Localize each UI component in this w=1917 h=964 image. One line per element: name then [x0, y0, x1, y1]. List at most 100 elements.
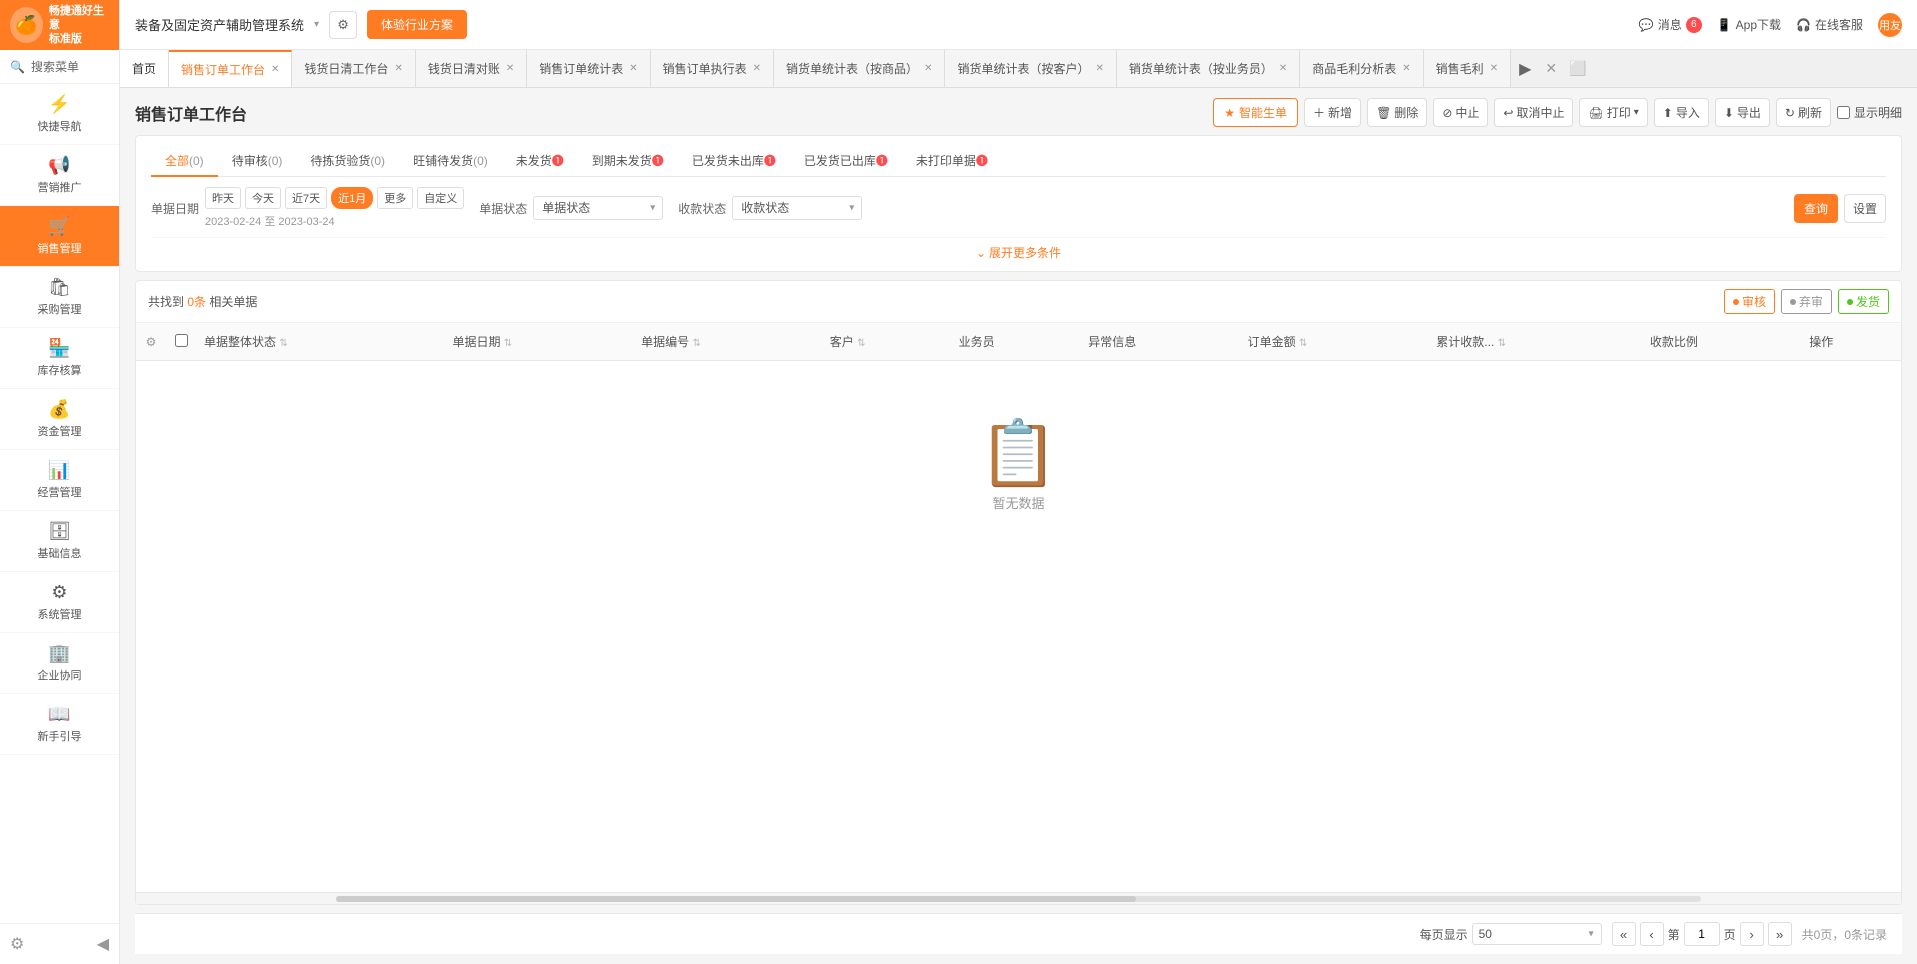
add-button[interactable]: ＋ 新增 [1304, 98, 1361, 127]
scroll-thumb[interactable] [336, 896, 1136, 902]
tab-sales-stat-product-close[interactable]: ✕ [924, 63, 932, 74]
sort-amount[interactable]: ⇅ [1299, 338, 1307, 349]
sub-tab-shipped-out[interactable]: 已发货已出库❶ [790, 146, 902, 177]
settings-bottom-icon[interactable]: ⚙ [10, 934, 24, 954]
show-detail-checkbox[interactable] [1837, 106, 1850, 119]
user-item[interactable]: 用友 [1878, 13, 1902, 37]
collapse-icon[interactable]: ◀ [97, 934, 109, 954]
last-page-button[interactable]: » [1768, 922, 1792, 946]
date-btn-more[interactable]: 更多 [377, 187, 413, 209]
tab-sales-stat-staff[interactable]: 销货单统计表（按业务员） ✕ [1117, 50, 1300, 88]
export-icon: ⬇ [1724, 106, 1734, 120]
status-select[interactable]: 单据状态 [533, 196, 663, 220]
cancel-audit-button[interactable]: 弃审 [1781, 289, 1832, 314]
refresh-button[interactable]: ↻ 刷新 [1776, 98, 1831, 127]
tab-sales-stat-product[interactable]: 销货单统计表（按商品） ✕ [774, 50, 945, 88]
tab-sales-stat-customer-close[interactable]: ✕ [1095, 63, 1103, 74]
sub-tab-all[interactable]: 全部(0) [151, 146, 218, 177]
col-settings[interactable]: ⚙ [136, 323, 166, 361]
sort-number[interactable]: ⇅ [692, 338, 700, 349]
query-button[interactable]: 查询 [1794, 194, 1838, 223]
settings-gear-button[interactable]: ⚙ [329, 11, 357, 39]
tab-gross-profit[interactable]: 商品毛利分析表 ✕ [1300, 50, 1423, 88]
tab-sales-stat-staff-close[interactable]: ✕ [1279, 63, 1287, 74]
date-btn-7days[interactable]: 近7天 [285, 187, 327, 209]
horizontal-scrollbar[interactable] [136, 892, 1901, 904]
sidebar-item-finance[interactable]: 💰 资金管理 [0, 389, 119, 450]
sidebar-item-guide[interactable]: 📖 新手引导 [0, 694, 119, 755]
payment-select[interactable]: 收款状态 [732, 196, 862, 220]
sub-tab-wangpu[interactable]: 旺铺待发货(0) [399, 146, 502, 177]
filter-settings-button[interactable]: 设置 [1844, 194, 1886, 223]
tab-sales-stat-customer[interactable]: 销货单统计表（按客户） ✕ [945, 50, 1116, 88]
tab-cash-reconcile[interactable]: 钱货日清对账 ✕ [416, 50, 527, 88]
sub-tab-shipped-not-out[interactable]: 已发货未出库❶ [678, 146, 790, 177]
page-number-input[interactable] [1684, 922, 1720, 946]
tab-cash-reconcile-label: 钱货日清对账 [428, 60, 500, 77]
sub-tab-not-shipped[interactable]: 未发货❶ [502, 146, 578, 177]
sort-status[interactable]: ⇅ [279, 338, 287, 349]
tab-sales-order-work[interactable]: 销售订单工作台 ✕ [169, 50, 292, 88]
ship-dot [1847, 299, 1853, 305]
tab-gross-profit-close[interactable]: ✕ [1402, 63, 1410, 74]
sidebar-item-marketing[interactable]: 📢 营销推广 [0, 145, 119, 206]
tab-close-all-button[interactable]: ✕ [1539, 50, 1563, 88]
prev-page-button[interactable]: ‹ [1640, 922, 1664, 946]
expand-more-button[interactable]: ⌄ 展开更多条件 [976, 244, 1061, 261]
show-detail-label[interactable]: 显示明细 [1837, 104, 1902, 121]
date-btn-yesterday[interactable]: 昨天 [205, 187, 241, 209]
sidebar-item-enterprise[interactable]: 🏢 企业协同 [0, 633, 119, 694]
tab-sales-order-work-close[interactable]: ✕ [271, 64, 279, 75]
sidebar-item-inventory[interactable]: 🏪 库存核算 [0, 328, 119, 389]
tab-more-button[interactable]: ▶ [1511, 50, 1539, 88]
sidebar-item-system[interactable]: ⚙ 系统管理 [0, 572, 119, 633]
tab-sales-gross-close[interactable]: ✕ [1490, 63, 1498, 74]
tab-expand-button[interactable]: ⬜ [1563, 50, 1592, 88]
print-dropdown-icon[interactable]: ▾ [1634, 107, 1639, 118]
sub-tab-pending-audit[interactable]: 待审核(0) [218, 146, 297, 177]
select-all-checkbox[interactable] [175, 334, 188, 347]
tab-sales-order-stat[interactable]: 销售订单统计表 ✕ [527, 50, 650, 88]
sidebar-item-sales[interactable]: 🛒 销售管理 [0, 206, 119, 267]
stop-button[interactable]: ⊘ 中止 [1433, 98, 1488, 127]
tab-sales-order-exec[interactable]: 销售订单执行表 ✕ [651, 50, 774, 88]
tab-sales-order-stat-close[interactable]: ✕ [629, 63, 637, 74]
sidebar-search[interactable]: 🔍 搜索菜单 [0, 50, 119, 84]
date-btn-today[interactable]: 今天 [245, 187, 281, 209]
tab-cash-daily-close[interactable]: ✕ [394, 63, 402, 74]
industry-btn[interactable]: 体验行业方案 [367, 10, 467, 39]
sub-tab-pending-inspect[interactable]: 待拣货验货(0) [296, 146, 399, 177]
tab-cash-daily[interactable]: 钱货日清工作台 ✕ [292, 50, 415, 88]
ship-button[interactable]: 发货 [1838, 289, 1889, 314]
date-btn-1month[interactable]: 近1月 [331, 187, 373, 209]
sort-date[interactable]: ⇅ [504, 338, 512, 349]
tab-home[interactable]: 首页 [120, 50, 169, 88]
delete-button[interactable]: 🗑 删除 [1367, 98, 1427, 127]
smart-create-button[interactable]: ★ 智能生单 [1213, 98, 1298, 127]
export-button[interactable]: ⬇ 导出 [1715, 98, 1770, 127]
sub-tab-not-printed[interactable]: 未打印单据❶ [902, 146, 1002, 177]
sidebar-item-operation[interactable]: 📊 经营管理 [0, 450, 119, 511]
table-header-bar: 共找到 0条 相关单据 审核 弃审 发货 [136, 281, 1901, 323]
sidebar-item-quick-nav[interactable]: ⚡ 快捷导航 [0, 84, 119, 145]
sort-received[interactable]: ⇅ [1498, 338, 1506, 349]
date-btn-custom[interactable]: 自定义 [417, 187, 464, 209]
print-button[interactable]: 🖨 打印 ▾ [1579, 98, 1647, 127]
tab-sales-gross[interactable]: 销售毛利 ✕ [1424, 50, 1511, 88]
online-service-item[interactable]: 🎧 在线客服 [1796, 16, 1863, 33]
app-download-item[interactable]: 📱 App下载 [1717, 16, 1781, 33]
tab-sales-order-exec-close[interactable]: ✕ [753, 63, 761, 74]
sidebar-item-basic[interactable]: 🗄 基础信息 [0, 511, 119, 572]
first-page-button[interactable]: « [1612, 922, 1636, 946]
system-dropdown-icon[interactable]: ▾ [314, 19, 319, 30]
sub-tab-overdue-not-shipped[interactable]: 到期未发货❶ [578, 146, 678, 177]
page-size-dropdown[interactable]: 50 10 20 100 [1472, 923, 1602, 945]
tab-cash-reconcile-close[interactable]: ✕ [506, 63, 514, 74]
import-button[interactable]: ⬆ 导入 [1654, 98, 1709, 127]
cancel-stop-button[interactable]: ↩ 取消中止 [1494, 98, 1573, 127]
next-page-button[interactable]: › [1740, 922, 1764, 946]
message-item[interactable]: 💬 消息 6 [1639, 16, 1702, 33]
sidebar-item-purchase[interactable]: 🛍 采购管理 [0, 267, 119, 328]
sort-customer[interactable]: ⇅ [857, 338, 865, 349]
audit-button[interactable]: 审核 [1724, 289, 1775, 314]
